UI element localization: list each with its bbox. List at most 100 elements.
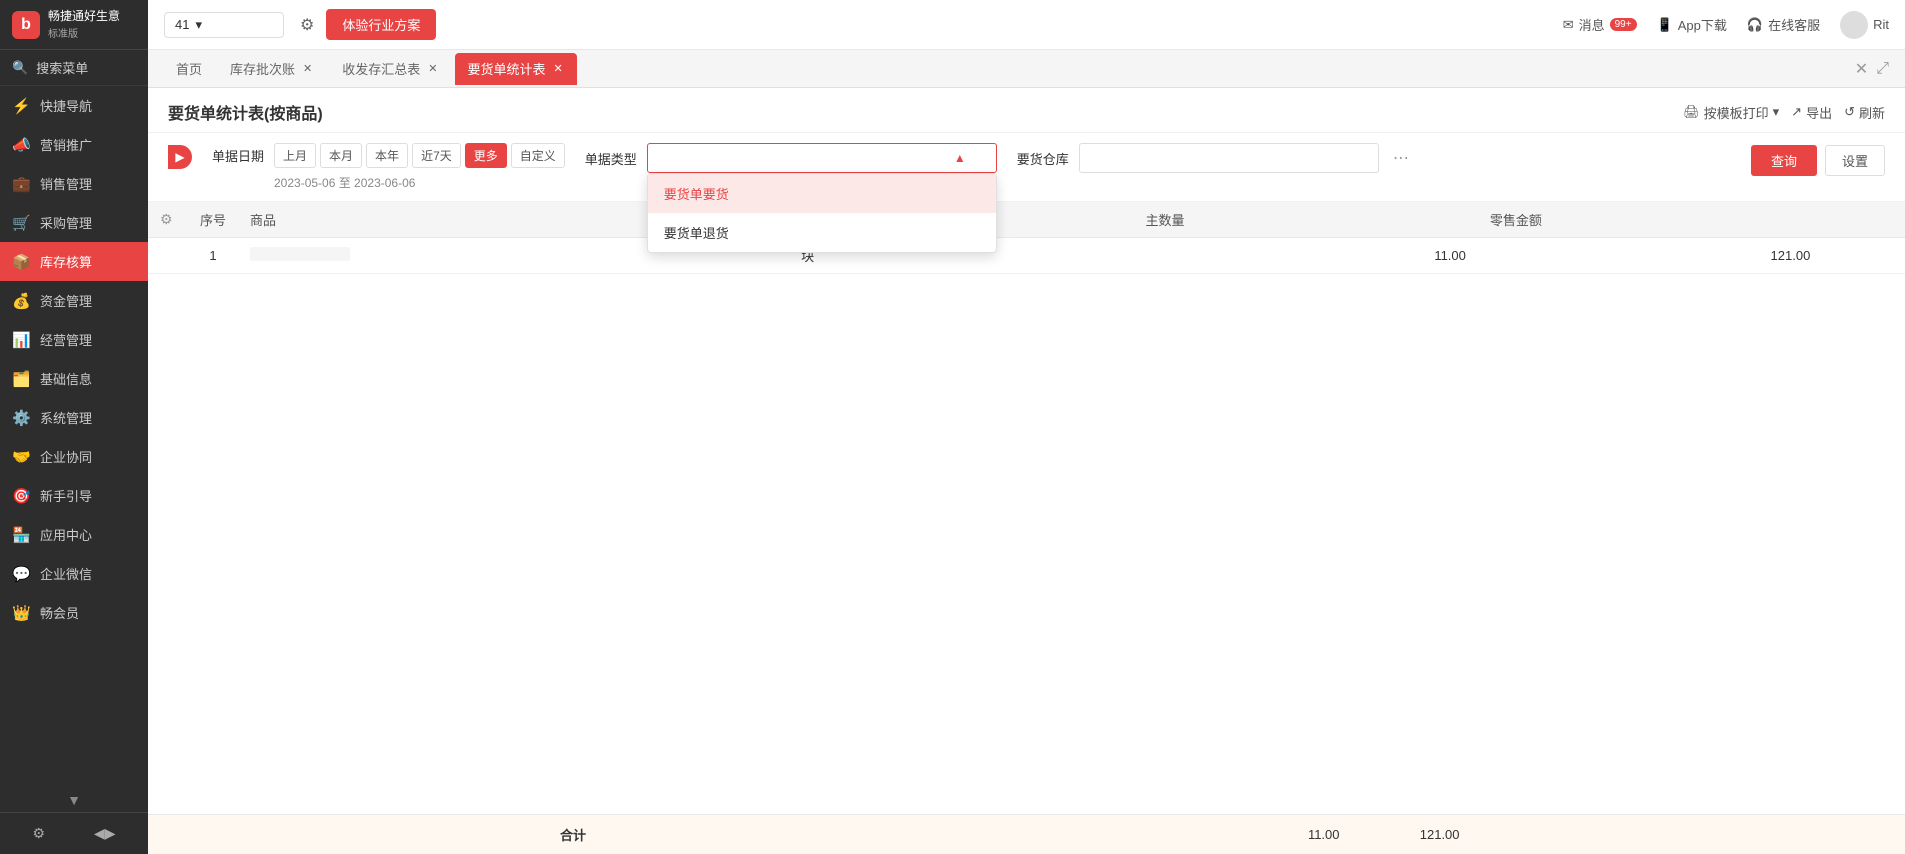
- sidebar-item-finance[interactable]: 💰 资金管理: [0, 281, 148, 320]
- tab-close-all[interactable]: ✕: [1855, 59, 1868, 79]
- col-settings: ⚙: [148, 202, 188, 238]
- sidebar-item-sales[interactable]: 💼 销售管理: [0, 164, 148, 203]
- sidebar-item-marketing[interactable]: 📣 营销推广: [0, 125, 148, 164]
- sidebar-item-inventory[interactable]: 📦 库存核算: [0, 242, 148, 281]
- search-icon: 🔍: [12, 60, 28, 76]
- content-header: 要货单统计表(按商品) 🖨 按模板打印 ▾ ↗ 导出 ↺ 刷新: [148, 88, 1905, 133]
- sidebar-item-label: 采购管理: [40, 213, 92, 232]
- trial-button[interactable]: 体验行业方案: [326, 9, 436, 40]
- sidebar-item-base[interactable]: 🗂️ 基础信息: [0, 359, 148, 398]
- user-name: Rit: [1873, 17, 1889, 32]
- sidebar-item-label: 库存核算: [40, 252, 92, 271]
- sidebar-item-enterprise[interactable]: 🤝 企业协同: [0, 437, 148, 476]
- sidebar-item-member[interactable]: 👑 畅会员: [0, 593, 148, 632]
- member-icon: 👑: [12, 604, 30, 622]
- service-icon: 🎧: [1747, 17, 1763, 33]
- purchase-icon: 🛒: [12, 214, 30, 232]
- service-btn[interactable]: 🎧 在线客服: [1747, 15, 1820, 34]
- search-menu[interactable]: 🔍 搜索菜单: [0, 50, 148, 86]
- print-btn[interactable]: 🖨 按模板打印 ▾: [1683, 103, 1779, 122]
- messages-btn[interactable]: ✉ 消息 99+: [1563, 15, 1637, 34]
- row-amount: 121.00: [1478, 238, 1822, 274]
- date-current-btn[interactable]: 本月: [320, 143, 362, 168]
- sidebar-logo: b 畅捷通好生意 标准版: [0, 0, 148, 50]
- sidebar-item-label: 畅会员: [40, 603, 79, 622]
- page-title: 要货单统计表(按商品): [168, 100, 323, 124]
- sidebar-item-operation[interactable]: 📊 经营管理: [0, 320, 148, 359]
- date-more-btn[interactable]: 更多: [465, 143, 507, 168]
- export-btn[interactable]: ↗ 导出: [1791, 103, 1832, 122]
- tab-order-stats-close[interactable]: ✕: [552, 60, 565, 77]
- row-settings: [148, 238, 188, 274]
- export-label: 导出: [1806, 103, 1832, 122]
- tab-order-stats-label: 要货单统计表: [467, 59, 545, 78]
- more-options-icon[interactable]: ⋯: [1389, 144, 1413, 172]
- type-label: 单据类型: [585, 149, 637, 168]
- topbar-gear-icon[interactable]: ⚙: [300, 15, 314, 35]
- warehouse-input[interactable]: [1079, 143, 1379, 173]
- wechat-icon: 💬: [12, 565, 30, 583]
- print-icon: 🖨: [1683, 104, 1700, 120]
- appstore-icon: 🏪: [12, 526, 30, 544]
- date-prev-btn[interactable]: 上月: [274, 143, 316, 168]
- col-extra: [1822, 202, 1905, 238]
- data-table: ⚙ 序号 商品 主计量单位 主数量 零售金额 1: [148, 202, 1905, 274]
- filter-bar: ▶ 单据日期 上月 本月 本年 近7天 更多 自定义 2023-05-06 至 …: [148, 133, 1905, 202]
- refresh-btn[interactable]: ↺ 刷新: [1844, 103, 1885, 122]
- sidebar-item-label: 新手引导: [40, 486, 92, 505]
- tabs-bar: 首页 库存批次账 ✕ 收发存汇总表 ✕ 要货单统计表 ✕ ✕ ⤢: [148, 50, 1905, 88]
- topbar-left: 41 ▾ ⚙ 体验行业方案: [164, 9, 436, 40]
- company-selector[interactable]: 41 ▾: [164, 12, 284, 38]
- date-7days-btn[interactable]: 近7天: [412, 143, 461, 168]
- date-label: 单据日期: [212, 146, 264, 165]
- sidebar-item-system[interactable]: ⚙️ 系统管理: [0, 398, 148, 437]
- dropdown-item-order-return[interactable]: 要货单退货: [648, 213, 996, 252]
- table-row: 1 块 11.00 121.00: [148, 238, 1905, 274]
- collapse-btn[interactable]: ◀▶: [90, 821, 120, 846]
- main-area: 41 ▾ ⚙ 体验行业方案 ✉ 消息 99+ 📱 App下载 🎧 在线客服 R: [148, 0, 1905, 854]
- sidebar-item-label: 系统管理: [40, 408, 92, 427]
- query-button[interactable]: 查询: [1751, 145, 1817, 176]
- sidebar-item-wechat[interactable]: 💬 企业微信: [0, 554, 148, 593]
- scroll-down-button[interactable]: ▼: [4, 792, 144, 808]
- settings-button[interactable]: 设置: [1825, 145, 1885, 176]
- topbar-right: ✉ 消息 99+ 📱 App下载 🎧 在线客服 Rit: [1563, 11, 1889, 39]
- filter-type-select[interactable]: ▲: [647, 143, 997, 173]
- tab-batch-account[interactable]: 库存批次账 ✕: [218, 53, 326, 85]
- sidebar-scroll-down[interactable]: ▼: [0, 788, 148, 812]
- table-footer: 合计 11.00 121.00: [148, 814, 1905, 854]
- user-profile[interactable]: Rit: [1840, 11, 1889, 39]
- tab-batch-account-close[interactable]: ✕: [301, 60, 314, 77]
- messages-label: 消息: [1579, 15, 1605, 34]
- sales-icon: 💼: [12, 175, 30, 193]
- table-settings-icon[interactable]: ⚙: [160, 211, 173, 227]
- table-body: 1 块 11.00 121.00: [148, 238, 1905, 274]
- table-container: ⚙ 序号 商品 主计量单位 主数量 零售金额 1: [148, 202, 1905, 814]
- tab-batch-account-label: 库存批次账: [230, 59, 295, 78]
- sidebar-item-label: 基础信息: [40, 369, 92, 388]
- footer-label: 合计: [560, 825, 586, 844]
- app-download-btn[interactable]: 📱 App下载: [1657, 15, 1727, 34]
- sidebar-item-purchase[interactable]: 🛒 采购管理: [0, 203, 148, 242]
- tab-receipt-summary-close[interactable]: ✕: [426, 60, 439, 77]
- app-download-icon: 📱: [1657, 17, 1673, 33]
- sidebar-item-appstore[interactable]: 🏪 应用中心: [0, 515, 148, 554]
- settings-bottom-btn[interactable]: ⚙: [28, 821, 49, 846]
- refresh-label: 刷新: [1859, 103, 1885, 122]
- date-year-btn[interactable]: 本年: [366, 143, 408, 168]
- sidebar-item-label: 应用中心: [40, 525, 92, 544]
- sidebar-item-label: 经营管理: [40, 330, 92, 349]
- inventory-icon: 📦: [12, 253, 30, 271]
- tab-receipt-summary[interactable]: 收发存汇总表 ✕: [330, 53, 451, 85]
- date-custom-btn[interactable]: 自定义: [511, 143, 565, 168]
- sidebar-item-label: 资金管理: [40, 291, 92, 310]
- tabs-bar-right: ✕ ⤢: [1855, 59, 1889, 79]
- dropdown-item-order-goods[interactable]: 要货单要货: [648, 174, 996, 213]
- sidebar-item-quick-nav[interactable]: ⚡ 快捷导航: [0, 86, 148, 125]
- date-range-row: 2023-05-06 至 2023-06-06: [212, 174, 565, 191]
- tab-expand[interactable]: ⤢: [1876, 60, 1889, 78]
- tab-home[interactable]: 首页: [164, 53, 214, 85]
- filter-expand-btn[interactable]: ▶: [168, 145, 192, 169]
- sidebar-item-guide[interactable]: 🎯 新手引导: [0, 476, 148, 515]
- tab-order-stats[interactable]: 要货单统计表 ✕: [455, 53, 576, 85]
